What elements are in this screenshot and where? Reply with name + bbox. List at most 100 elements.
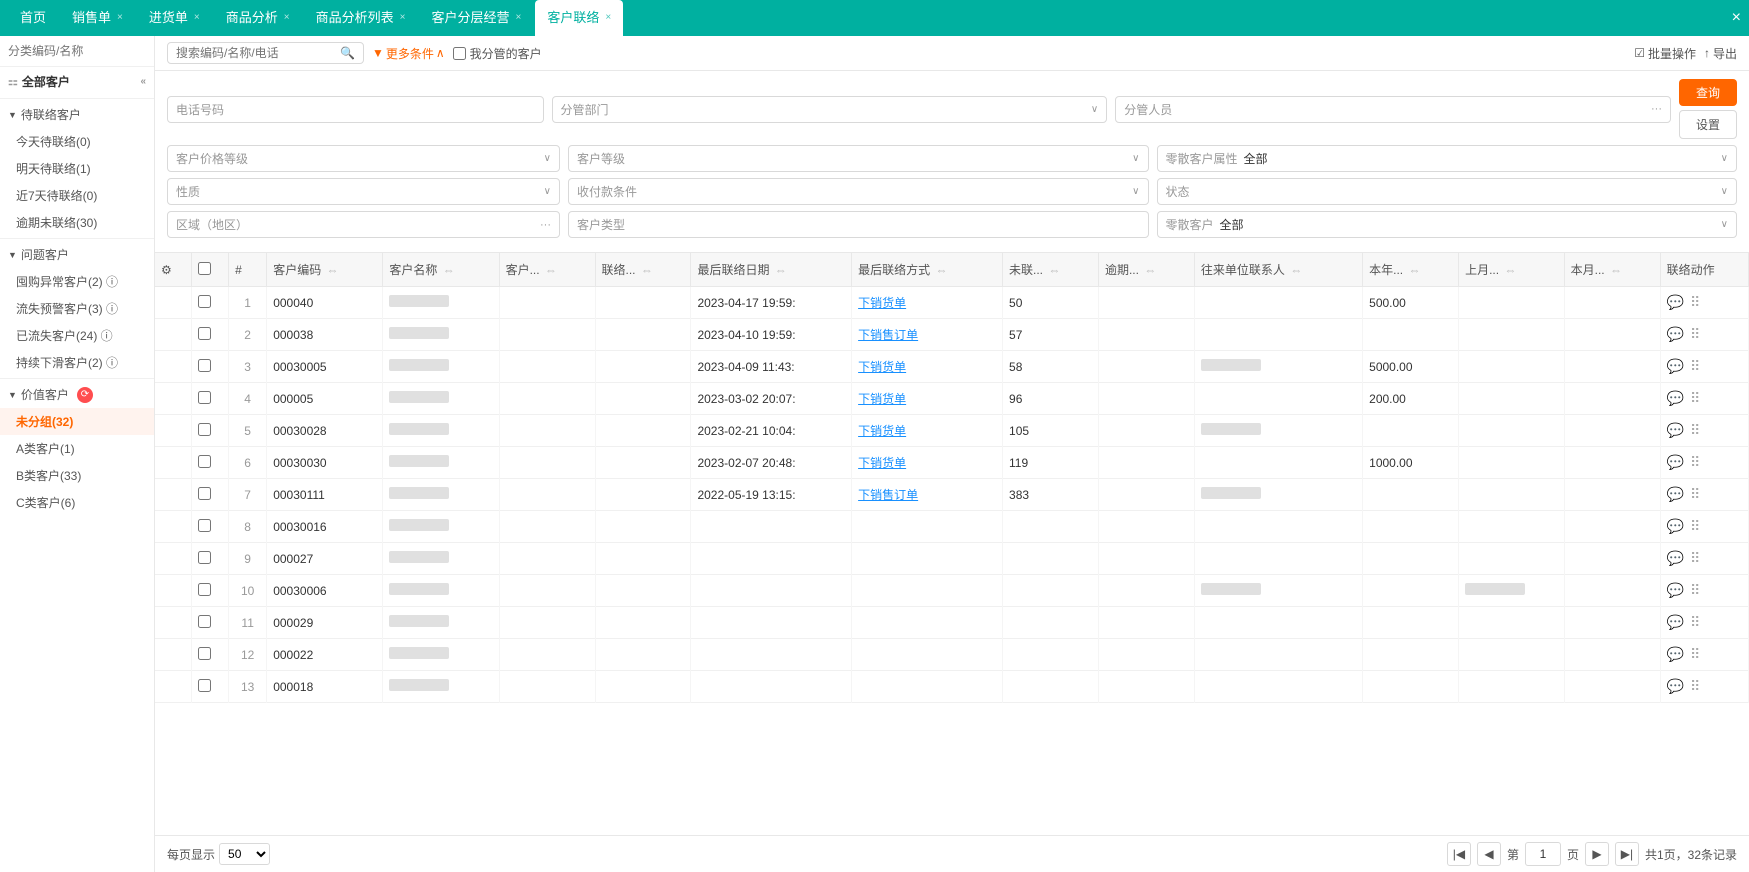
- row-action-more[interactable]: ⠿: [1690, 422, 1700, 439]
- col-overdue[interactable]: 逾期... ⇔: [1098, 253, 1194, 287]
- row-last-way[interactable]: 下销货单: [852, 415, 1003, 447]
- row-action-msg[interactable]: 💬: [1667, 582, 1684, 599]
- row-last-way[interactable]: [852, 543, 1003, 575]
- row-action-msg[interactable]: 💬: [1667, 454, 1684, 471]
- sidebar-overdue-pending[interactable]: 逾期未联络(30): [0, 209, 154, 236]
- row-checkbox[interactable]: [198, 487, 211, 500]
- row-checkbox[interactable]: [198, 679, 211, 692]
- row-action-msg[interactable]: 💬: [1667, 326, 1684, 343]
- row-action-msg[interactable]: 💬: [1667, 678, 1684, 695]
- sidebar-c-class[interactable]: C类客户(6): [0, 489, 154, 516]
- nav-purchase[interactable]: 进货单 ×: [137, 0, 212, 36]
- last-way-link[interactable]: 下销货单: [858, 456, 906, 470]
- row-checkbox[interactable]: [198, 295, 211, 308]
- row-checkbox[interactable]: [198, 455, 211, 468]
- row-check[interactable]: [191, 511, 229, 543]
- row-last-way[interactable]: 下销货单: [852, 287, 1003, 319]
- row-checkbox[interactable]: [198, 647, 211, 660]
- row-checkbox[interactable]: [198, 583, 211, 596]
- row-last-way[interactable]: [852, 639, 1003, 671]
- sidebar-group-pending[interactable]: ▼ 待联络客户: [0, 101, 154, 128]
- sidebar-group-problem[interactable]: ▼ 问题客户: [0, 241, 154, 268]
- row-last-way[interactable]: 下销售订单: [852, 319, 1003, 351]
- row-action-more[interactable]: ⠿: [1690, 454, 1700, 471]
- sidebar-today-pending[interactable]: 今天待联络(0): [0, 128, 154, 155]
- col-cur-month[interactable]: 本月... ⇔: [1564, 253, 1660, 287]
- row-check[interactable]: [191, 351, 229, 383]
- row-last-way[interactable]: [852, 671, 1003, 703]
- nav-product-list-close[interactable]: ×: [400, 0, 406, 36]
- batch-ops-btn[interactable]: ☑ 批量操作: [1634, 45, 1696, 62]
- row-action-more[interactable]: ⠿: [1690, 646, 1700, 663]
- row-check[interactable]: [191, 575, 229, 607]
- row-checkbox[interactable]: [198, 551, 211, 564]
- nav-customer-mgmt[interactable]: 客户分层经营 ×: [419, 0, 533, 36]
- sidebar-churned[interactable]: 已流失客户(24) ⓘ: [0, 322, 154, 349]
- row-check[interactable]: [191, 607, 229, 639]
- row-action-more[interactable]: ⠿: [1690, 358, 1700, 375]
- nav-close-all[interactable]: ×: [1732, 9, 1741, 27]
- sidebar-tomorrow-pending[interactable]: 明天待联络(1): [0, 155, 154, 182]
- row-action-msg[interactable]: 💬: [1667, 614, 1684, 631]
- row-action-more[interactable]: ⠿: [1690, 390, 1700, 407]
- nav-sales[interactable]: 销售单 ×: [60, 0, 135, 36]
- sidebar-week-pending[interactable]: 近7天待联络(0): [0, 182, 154, 209]
- sidebar-group-value[interactable]: ▼ 价值客户 ⟳: [0, 381, 154, 408]
- page-last-btn[interactable]: ▶|: [1615, 842, 1639, 866]
- last-way-link[interactable]: 下销货单: [858, 360, 906, 374]
- filter-more-btn[interactable]: ▼ 更多条件 ∧: [372, 45, 445, 62]
- row-action-more[interactable]: ⠿: [1690, 678, 1700, 695]
- reset-button[interactable]: 设置: [1679, 110, 1737, 139]
- nav-sales-close[interactable]: ×: [117, 0, 123, 36]
- sidebar-collapse-icon[interactable]: «: [140, 76, 146, 87]
- nav-home[interactable]: 首页: [8, 0, 58, 36]
- last-way-link[interactable]: 下销货单: [858, 392, 906, 406]
- col-category[interactable]: 客户... ⇔: [499, 253, 595, 287]
- row-check[interactable]: [191, 447, 229, 479]
- row-action-more[interactable]: ⠿: [1690, 486, 1700, 503]
- col-checkbox[interactable]: [191, 253, 229, 287]
- row-checkbox[interactable]: [198, 391, 211, 404]
- row-checkbox[interactable]: [198, 423, 211, 436]
- row-action-more[interactable]: ⠿: [1690, 326, 1700, 343]
- last-way-link[interactable]: 下销货单: [858, 296, 906, 310]
- row-action-more[interactable]: ⠿: [1690, 550, 1700, 567]
- row-check[interactable]: [191, 319, 229, 351]
- row-check[interactable]: [191, 383, 229, 415]
- row-action-msg[interactable]: 💬: [1667, 518, 1684, 535]
- sidebar-all-customers[interactable]: ⚏ 全部客户 «: [0, 67, 154, 96]
- export-btn[interactable]: ↑ 导出: [1704, 45, 1737, 62]
- row-action-more[interactable]: ⠿: [1690, 614, 1700, 631]
- row-last-way[interactable]: 下销货单: [852, 383, 1003, 415]
- row-checkbox[interactable]: [198, 359, 211, 372]
- col-uncontact[interactable]: 未联... ⇔: [1003, 253, 1099, 287]
- col-name[interactable]: 客户名称 ⇔: [383, 253, 499, 287]
- row-last-way[interactable]: 下销售订单: [852, 479, 1003, 511]
- row-checkbox[interactable]: [198, 327, 211, 340]
- sidebar-b-class[interactable]: B类客户(33): [0, 462, 154, 489]
- nav-product-analysis[interactable]: 商品分析 ×: [214, 0, 302, 36]
- col-year[interactable]: 本年... ⇔: [1363, 253, 1459, 287]
- row-action-more[interactable]: ⠿: [1690, 294, 1700, 311]
- row-action-msg[interactable]: 💬: [1667, 550, 1684, 567]
- nav-product-list[interactable]: 商品分析列表 ×: [304, 0, 418, 36]
- sidebar-abnormal[interactable]: 囤购异常客户(2) ⓘ: [0, 268, 154, 295]
- row-action-msg[interactable]: 💬: [1667, 294, 1684, 311]
- row-action-msg[interactable]: 💬: [1667, 358, 1684, 375]
- col-settings[interactable]: ⚙: [155, 253, 191, 287]
- sidebar-a-class[interactable]: A类客户(1): [0, 435, 154, 462]
- row-action-more[interactable]: ⠿: [1690, 582, 1700, 599]
- row-action-msg[interactable]: 💬: [1667, 422, 1684, 439]
- sidebar-ungroup[interactable]: 未分组(32): [0, 408, 154, 435]
- last-way-link[interactable]: 下销售订单: [858, 328, 918, 342]
- page-next-btn[interactable]: ▶: [1585, 842, 1609, 866]
- col-last-month[interactable]: 上月... ⇔: [1459, 253, 1565, 287]
- row-check[interactable]: [191, 287, 229, 319]
- row-check[interactable]: [191, 543, 229, 575]
- page-prev-btn[interactable]: ◀: [1477, 842, 1501, 866]
- per-page-select[interactable]: 50 100 200: [219, 843, 270, 865]
- filter-phone-input[interactable]: [230, 102, 534, 116]
- page-first-btn[interactable]: |◀: [1447, 842, 1471, 866]
- select-all-checkbox[interactable]: [198, 262, 211, 275]
- col-code[interactable]: 客户编码 ⇔: [267, 253, 383, 287]
